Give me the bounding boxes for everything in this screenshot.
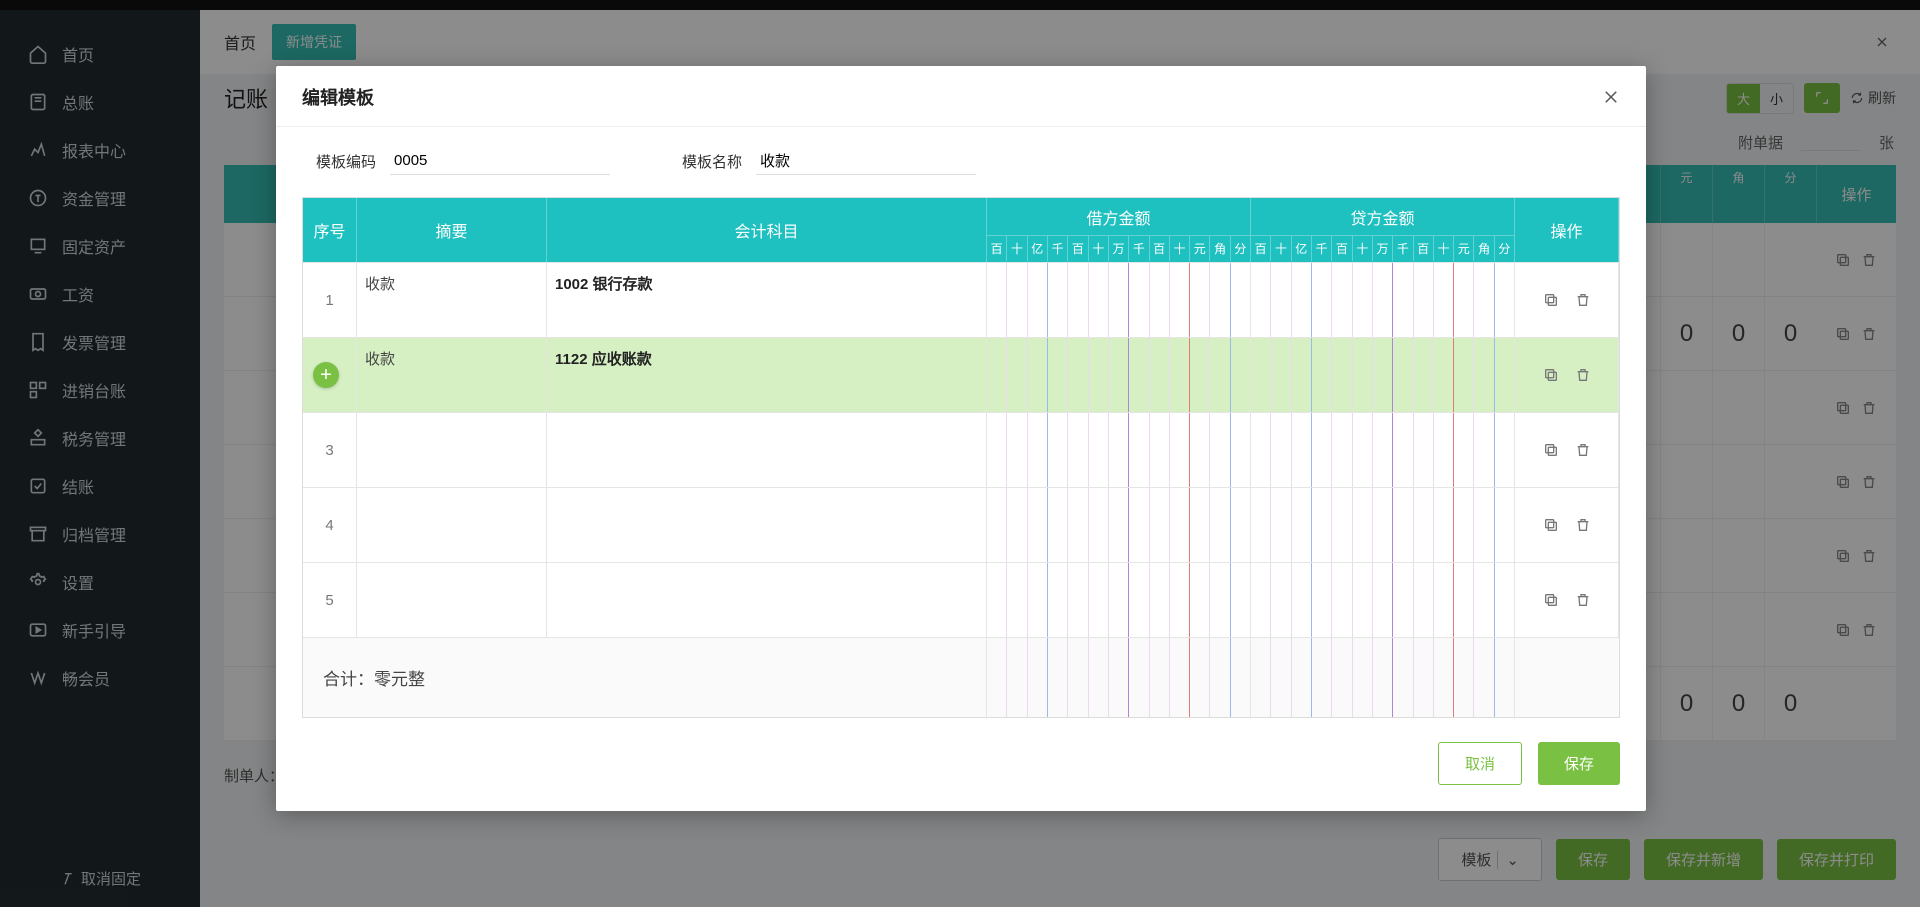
digit-label: 十 [1169,236,1189,261]
digit-label: 千 [1311,236,1331,261]
row-account[interactable]: 1122 应收账款 [547,338,987,412]
digit-label: 万 [1372,236,1392,261]
template-code-input[interactable] [390,147,610,175]
modal-footer: 取消 保存 [276,718,1646,811]
row-credit[interactable] [1251,563,1515,637]
row-debit[interactable] [987,263,1251,337]
row-summary[interactable] [357,488,547,562]
copy-icon[interactable] [1543,517,1559,533]
th-credit-label: 贷方金额 [1251,199,1514,236]
delete-icon[interactable] [1575,592,1591,608]
cancel-button[interactable]: 取消 [1438,742,1522,785]
template-table-header: 序号 摘要 会计科目 借方金额 百十亿千百十万千百十元角分 贷方金额 百十亿千百… [303,198,1619,262]
template-code-label: 模板编码 [316,151,376,172]
digit-label: 千 [1392,236,1412,261]
digit-label: 元 [1189,236,1209,261]
digit-label: 亿 [1291,236,1311,261]
th-debit-label: 借方金额 [987,199,1250,236]
delete-icon[interactable] [1575,517,1591,533]
modal-form: 模板编码 模板名称 [276,127,1646,197]
digit-label: 百 [987,236,1006,261]
th-actions: 操作 [1515,198,1619,262]
row-debit[interactable] [987,338,1251,412]
digit-label: 百 [1331,236,1351,261]
digit-label: 亿 [1027,236,1047,261]
digit-label: 十 [1270,236,1290,261]
template-name-label: 模板名称 [682,151,742,172]
row-index: 1 [303,263,357,337]
digit-label: 千 [1047,236,1067,261]
template-row[interactable]: 3 [303,412,1619,487]
template-name-input[interactable] [756,147,976,175]
copy-icon[interactable] [1543,292,1559,308]
row-summary[interactable] [357,413,547,487]
digit-label: 百 [1149,236,1169,261]
th-idx: 序号 [303,198,357,262]
digit-label: 元 [1453,236,1473,261]
modal-header: 编辑模板 [276,66,1646,126]
row-credit[interactable] [1251,413,1515,487]
row-credit[interactable] [1251,488,1515,562]
row-summary[interactable]: 收款 [357,338,547,412]
th-account: 会计科目 [547,198,987,262]
th-summary: 摘要 [357,198,547,262]
copy-icon[interactable] [1543,442,1559,458]
close-icon [1602,88,1620,106]
digit-label: 百 [1251,236,1270,261]
delete-icon[interactable] [1575,442,1591,458]
digit-label: 万 [1108,236,1128,261]
row-index: 4 [303,488,357,562]
digit-label: 分 [1494,236,1514,261]
template-table: 序号 摘要 会计科目 借方金额 百十亿千百十万千百十元角分 贷方金额 百十亿千百… [302,197,1620,718]
template-row[interactable]: 4 [303,487,1619,562]
template-row[interactable]: 1收款1002 银行存款 [303,262,1619,337]
save-button[interactable]: 保存 [1538,742,1620,785]
digit-label: 十 [1006,236,1026,261]
template-code-field: 模板编码 [316,147,610,175]
digit-label: 千 [1128,236,1148,261]
template-name-field: 模板名称 [682,147,976,175]
digit-label: 十 [1433,236,1453,261]
total-label: 合计：零元整 [303,638,987,717]
delete-icon[interactable] [1575,367,1591,383]
row-credit[interactable] [1251,263,1515,337]
row-account[interactable] [547,488,987,562]
digit-label: 分 [1230,236,1250,261]
digit-label: 角 [1473,236,1493,261]
digit-label: 十 [1352,236,1372,261]
template-table-body: 1收款1002 银行存款 + 收款1122 应收账款 345 [303,262,1619,637]
row-index: 3 [303,413,357,487]
th-credit: 贷方金额 百十亿千百十万千百十元角分 [1251,198,1515,262]
row-index: 5 [303,563,357,637]
template-row[interactable]: 5 [303,562,1619,637]
edit-template-modal: 编辑模板 模板编码 模板名称 序号 摘要 会计科目 借方金额 百十亿千百十万千百… [276,66,1646,811]
digit-label: 百 [1067,236,1087,261]
digit-label: 角 [1209,236,1229,261]
row-summary[interactable] [357,563,547,637]
row-summary[interactable]: 收款 [357,263,547,337]
delete-icon[interactable] [1575,292,1591,308]
row-actions [1515,563,1619,637]
row-account[interactable]: 1002 银行存款 [547,263,987,337]
row-debit[interactable] [987,413,1251,487]
row-actions [1515,413,1619,487]
row-actions [1515,263,1619,337]
row-debit[interactable] [987,563,1251,637]
digit-label: 百 [1413,236,1433,261]
row-actions [1515,488,1619,562]
modal-title: 编辑模板 [302,84,374,110]
row-actions [1515,338,1619,412]
th-debit: 借方金额 百十亿千百十万千百十元角分 [987,198,1251,262]
add-row-button[interactable]: + [313,362,339,388]
modal-close-button[interactable] [1602,88,1620,106]
row-account[interactable] [547,413,987,487]
row-debit[interactable] [987,488,1251,562]
digit-label: 十 [1088,236,1108,261]
copy-icon[interactable] [1543,592,1559,608]
template-total-row: 合计：零元整 [303,637,1619,717]
row-credit[interactable] [1251,338,1515,412]
row-account[interactable] [547,563,987,637]
copy-icon[interactable] [1543,367,1559,383]
template-row[interactable]: + 收款1122 应收账款 [303,337,1619,412]
